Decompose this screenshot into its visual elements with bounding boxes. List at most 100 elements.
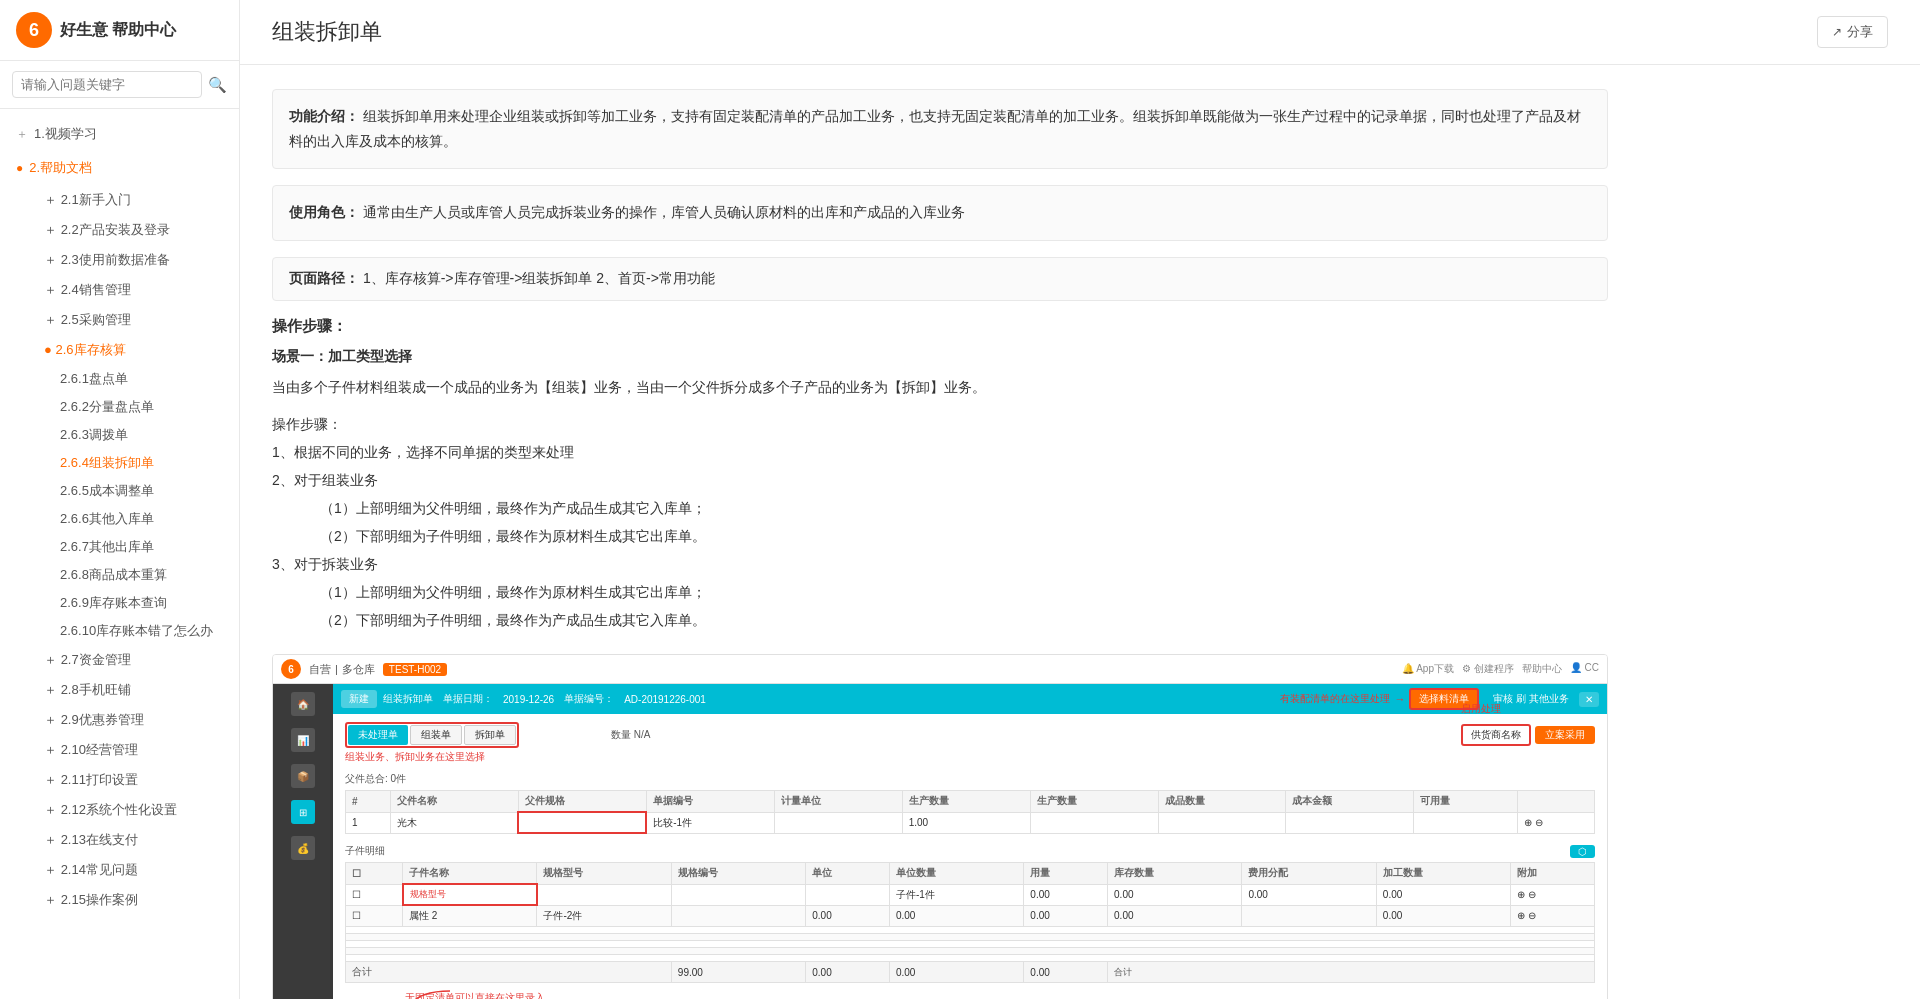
sidebar-item-i268[interactable]: 2.6.8商品成本重算 [44, 561, 239, 589]
td-unit-1 [774, 812, 902, 833]
page-title: 组装拆卸单 [272, 17, 382, 47]
sidebar-item-g25-label: 2.5采购管理 [61, 312, 131, 327]
btd-unit-1 [806, 884, 890, 905]
sidebar-item-g23[interactable]: ＋ 2.3使用前数据准备 [28, 245, 239, 275]
plus-icon: ＋ [44, 802, 57, 817]
nav-group-docs: ● 2.帮助文档 ＋ 2.1新手入门 ＋ 2.2产品安装及登录 ＋ 2.3使用前… [0, 151, 239, 915]
sim-field-no: AD-20191226-001 [624, 694, 706, 705]
sidebar-item-i261[interactable]: 2.6.1盘点单 [44, 365, 239, 393]
sub-steps: 操作步骤： 1、根据不同的业务，选择不同单据的类型来处理 2、对于组装业务 （1… [272, 410, 1608, 634]
sidebar-item-g28[interactable]: ＋ 2.8手机旺铺 [28, 675, 239, 705]
sidebar-item-g28-label: 2.8手机旺铺 [61, 682, 131, 697]
btd-empty-3 [346, 927, 1595, 934]
sidebar-item-i263[interactable]: 2.6.3调拨单 [44, 421, 239, 449]
btd-unitqty-1: 子件-1件 [889, 884, 1023, 905]
main-header: 组装拆卸单 ↗ 分享 [240, 0, 1920, 65]
plus-icon: ＋ [44, 252, 57, 267]
sim-btn-close[interactable]: ✕ [1579, 692, 1599, 707]
bth-unitqty: 单位数量 [889, 863, 1023, 885]
sidebar-item-g29[interactable]: ＋ 2.9优惠券管理 [28, 705, 239, 735]
sidebar-item-i262[interactable]: 2.6.2分量盘点单 [44, 393, 239, 421]
sim-type-tabs-wrapper: 未处理单 组装单 拆卸单 组装业务、拆卸业务在这里选择 [345, 722, 519, 748]
sidebar-item-g22[interactable]: ＋ 2.2产品安装及登录 [28, 215, 239, 245]
th-doc-no: 单据编号 [646, 791, 774, 813]
steps-block: 操作步骤： 场景一：加工类型选择 当由多个子件材料组装成一个成品的业务为【组装】… [272, 317, 1608, 635]
sim-table-bottom: ☐ 子件名称 规格型号 规格编号 单位 单位数量 用量 库存数量 费用分配 [345, 862, 1595, 983]
sidebar-item-g215-label: 2.15操作案例 [61, 892, 138, 907]
sim-badge: TEST-H002 [383, 663, 447, 676]
screenshot-ui: 6 自营 | 多仓库 TEST-H002 🔔 App下载 ⚙ 创建程序 帮助中心… [273, 655, 1607, 999]
sidebar-item-g21[interactable]: ＋ 2.1新手入门 [28, 185, 239, 215]
table-row-bottom-7 [346, 955, 1595, 962]
plus-icon: ＋ [44, 682, 57, 697]
btd-name-2: 属性 2 [403, 905, 537, 927]
sidebar-item-g212[interactable]: ＋ 2.12系统个性化设置 [28, 795, 239, 825]
sidebar-item-g24[interactable]: ＋ 2.4销售管理 [28, 275, 239, 305]
sim-tab-unprocessed[interactable]: 未处理单 [348, 725, 408, 745]
sidebar-item-i265[interactable]: 2.6.5成本调整单 [44, 477, 239, 505]
path-desc-text: 1、库存核算->库存管理->组装拆卸单 2、首页->常用功能 [363, 270, 715, 286]
sidebar-item-g214-label: 2.14常见问题 [61, 862, 138, 877]
sim-tab-assembly[interactable]: 组装单 [410, 725, 462, 745]
share-icon: ↗ [1832, 25, 1842, 39]
minus-icon: ● [16, 161, 23, 175]
role-label: 使用角色： [289, 204, 359, 220]
btd-usage-1: 0.00 [1024, 884, 1108, 905]
sidebar-item-i269[interactable]: 2.6.9库存账本查询 [44, 589, 239, 617]
sim-form-row1: 未处理单 组装单 拆卸单 组装业务、拆卸业务在这里选择 数量 N/A [345, 722, 1595, 748]
sidebar-item-g210[interactable]: ＋ 2.10经营管理 [28, 735, 239, 765]
sim-tab-disassembly[interactable]: 拆卸单 [464, 725, 516, 745]
bth-stock: 库存数量 [1108, 863, 1242, 885]
sidebar-item-g27[interactable]: ＋ 2.7资金管理 [28, 645, 239, 675]
bth-usage: 用量 [1024, 863, 1108, 885]
step3: 3、对于拆装业务 [272, 550, 1608, 578]
main-content: 组装拆卸单 ↗ 分享 功能介绍： 组装拆卸单用来处理企业组装或拆卸等加工业务，支… [240, 0, 1920, 999]
bth-spec: 规格型号 [537, 863, 671, 885]
th-parent-name: 父件名称 [390, 791, 518, 813]
sidebar-item-docs[interactable]: ● 2.帮助文档 [0, 151, 239, 185]
plus-icon: ＋ [44, 892, 57, 907]
btd-process-2: 0.00 [1376, 905, 1510, 927]
sidebar-item-g213[interactable]: ＋ 2.13在线支付 [28, 825, 239, 855]
sidebar-item-g26[interactable]: ● 2.6库存核算 [28, 335, 239, 365]
sim-btn-confirm[interactable]: 立案采用 [1535, 726, 1595, 744]
step1: 1、根据不同的业务，选择不同单据的类型来处理 [272, 438, 1608, 466]
sidebar-item-g214[interactable]: ＋ 2.14常见问题 [28, 855, 239, 885]
sidebar-item-g25[interactable]: ＋ 2.5采购管理 [28, 305, 239, 335]
search-button[interactable]: 🔍 [208, 76, 227, 94]
step3-sub2: （2）下部明细为子件明细，最终作为产成品生成其它入库单。 [320, 606, 1608, 634]
table-row-bottom-2: ☐ 属性 2 子件-2件 0.00 0.00 0.00 0.00 [346, 905, 1595, 927]
sidebar-item-i267[interactable]: 2.6.7其他出库单 [44, 533, 239, 561]
sim-enable-field: 供货商名称 [1461, 724, 1531, 746]
sim-left-sidebar: 🏠 📊 📦 ⊞ 💰 [273, 684, 333, 999]
th-seq: # [346, 791, 391, 813]
sim-btn-expand[interactable]: ⬡ [1570, 845, 1595, 858]
sidebar-item-video[interactable]: ＋ 1.视频学习 [0, 117, 239, 151]
minus-icon: ● [44, 342, 52, 357]
plus-icon: ＋ [44, 742, 57, 757]
sidebar: 6 好生意 帮助中心 🔍 ＋ 1.视频学习 ● 2.帮助文档 ＋ 2.1新手入门 [0, 0, 240, 999]
search-input[interactable] [12, 71, 202, 98]
sidebar-item-i264[interactable]: 2.6.4组装拆卸单 [44, 449, 239, 477]
sidebar-item-g21-label: 2.1新手入门 [61, 192, 131, 207]
sim-btn-add[interactable]: 新建 [341, 690, 377, 708]
table-row-bottom-4 [346, 934, 1595, 941]
sidebar-item-g211[interactable]: ＋ 2.11打印设置 [28, 765, 239, 795]
logo-icon: 6 [16, 12, 52, 48]
btd-extra-1: ⊕ ⊖ [1511, 884, 1595, 905]
sidebar-item-g215[interactable]: ＋ 2.15操作案例 [28, 885, 239, 915]
share-button[interactable]: ↗ 分享 [1817, 16, 1888, 48]
th-prod-qty: 生产数量 [902, 791, 1030, 813]
annotation2-text: 组装业务、拆卸业务在这里选择 [345, 750, 485, 764]
sidebar-item-i2610[interactable]: 2.6.10库存账本错了怎么办 [44, 617, 239, 645]
plus-icon: ＋ [44, 312, 57, 327]
sim-type-tabs: 未处理单 组装单 拆卸单 [345, 722, 519, 748]
plus-icon: ＋ [44, 712, 57, 727]
step2-sub1: （1）上部明细为父件明细，最终作为产成品生成其它入库单； [320, 494, 1608, 522]
sim-field-no-label: 单据编号： [564, 692, 614, 706]
sidebar-item-i266[interactable]: 2.6.6其他入库单 [44, 505, 239, 533]
btd-stock-2: 0.00 [1108, 905, 1242, 927]
sim-topbar: 6 自营 | 多仓库 TEST-H002 🔔 App下载 ⚙ 创建程序 帮助中心… [273, 655, 1607, 684]
sim-icon-5: 💰 [291, 836, 315, 860]
btd-check-2: ☐ [346, 905, 403, 927]
